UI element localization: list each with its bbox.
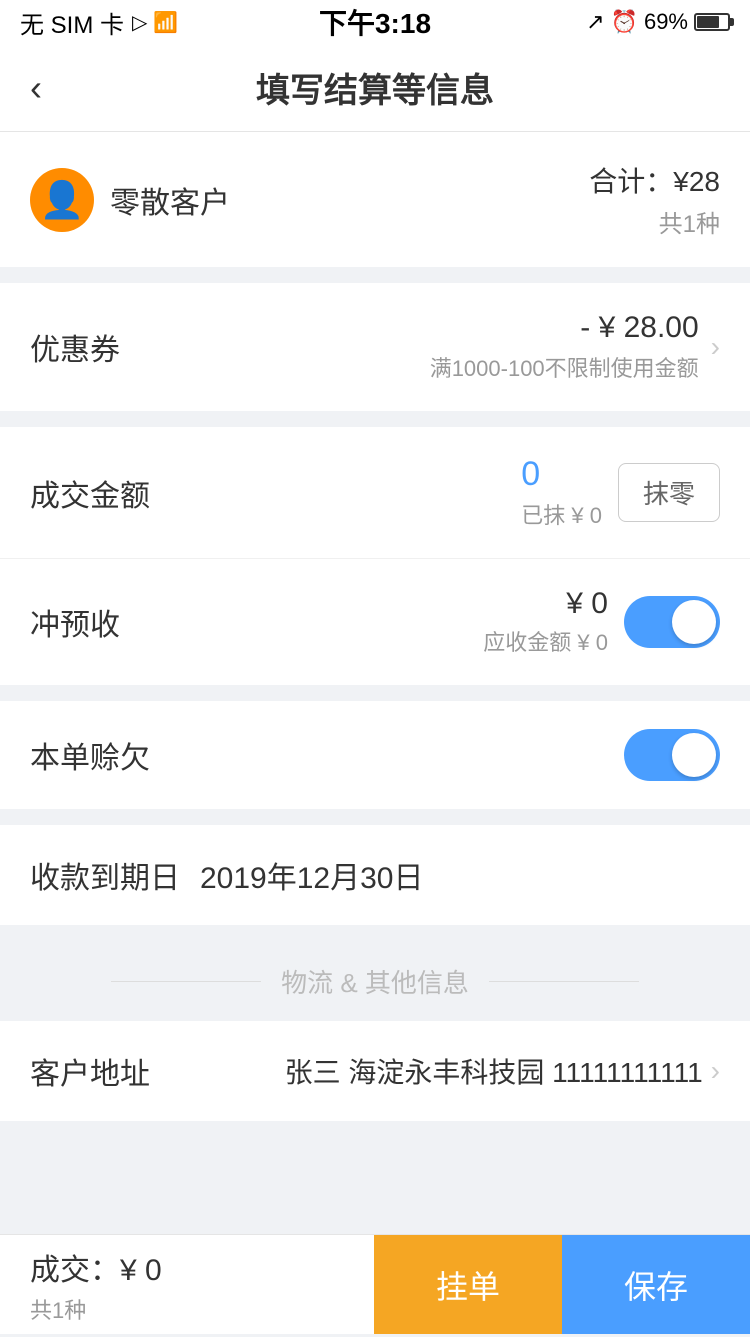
pending-button[interactable]: 挂单 — [374, 1235, 562, 1334]
divider-line-right — [489, 981, 639, 982]
network-label: 无 SIM 卡 — [20, 5, 124, 40]
customer-name: 零散客户 — [110, 178, 230, 222]
deal-amount-row: 成交金额 0 已抹 ¥ 0 抹零 — [0, 427, 750, 559]
prepayment-label: 冲预收 — [30, 600, 120, 644]
prepayment-receivable: 应收金额 ¥ 0 — [483, 625, 608, 657]
status-right: ↗ ⏰ 69% — [586, 9, 730, 35]
prepayment-row: 冲预收 ¥ 0 应收金额 ¥ 0 — [0, 559, 750, 685]
debt-label: 本单赊欠 — [30, 733, 150, 777]
alarm-icon: ⏰ — [611, 9, 638, 35]
deal-amount-right: 0 已抹 ¥ 0 抹零 — [521, 455, 720, 530]
prepayment-amount: ¥ 0 — [483, 587, 608, 621]
toggle-knob — [672, 600, 716, 644]
debt-toggle[interactable] — [624, 729, 720, 781]
customer-info: 👤 零散客户 — [30, 168, 230, 232]
debt-toggle-knob — [672, 733, 716, 777]
status-left: 无 SIM 卡 ▷ 📶 — [20, 5, 178, 40]
wifi-icon: ▷ 📶 — [132, 10, 178, 35]
address-value: 张三 海淀永丰科技园 11111111111 — [285, 1051, 703, 1091]
customer-total: 合计：¥28 — [589, 160, 720, 200]
bottom-summary: 成交：¥ 0 共1种 — [0, 1235, 374, 1334]
avatar-icon: 👤 — [40, 179, 85, 221]
coupon-label: 优惠券 — [30, 325, 120, 369]
due-date-label: 收款到期日 — [30, 853, 180, 897]
status-time: 下午3:18 — [319, 2, 431, 42]
location-icon: ↗ — [586, 9, 604, 35]
coupon-right: - ¥ 28.00 满1000-100不限制使用金额 › — [430, 311, 720, 383]
page-title: 填写结算等信息 — [256, 63, 494, 112]
logistics-divider: 物流 & 其他信息 — [0, 941, 750, 1021]
logistics-label: 物流 & 其他信息 — [111, 963, 639, 1000]
coupon-description: 满1000-100不限制使用金额 — [430, 351, 699, 383]
pending-button-label: 挂单 — [436, 1262, 500, 1308]
address-label: 客户地址 — [30, 1049, 150, 1093]
back-button[interactable]: ‹ — [30, 57, 52, 119]
bottom-count: 共1种 — [30, 1293, 344, 1325]
save-button-label: 保存 — [624, 1262, 688, 1308]
customer-summary: 合计：¥28 共1种 — [589, 160, 720, 239]
due-date-value: 2019年12月30日 — [200, 853, 423, 897]
battery-percent: 69% — [644, 9, 688, 35]
address-chevron-icon: › — [711, 1055, 720, 1087]
divider-line-left — [111, 981, 261, 982]
bottom-deal-label: 成交：¥ 0 — [30, 1245, 344, 1289]
coupon-section[interactable]: 优惠券 - ¥ 28.00 满1000-100不限制使用金额 › — [0, 283, 750, 411]
prepayment-right: ¥ 0 应收金额 ¥ 0 — [483, 587, 720, 657]
deal-amount-value: 0 — [521, 455, 602, 494]
customer-section: 👤 零散客户 合计：¥28 共1种 — [0, 132, 750, 267]
chevron-right-icon: › — [711, 331, 720, 363]
debt-section: 本单赊欠 — [0, 701, 750, 809]
prepayment-toggle[interactable] — [624, 596, 720, 648]
customer-avatar: 👤 — [30, 168, 94, 232]
address-section[interactable]: 客户地址 张三 海淀永丰科技园 11111111111 › — [0, 1021, 750, 1121]
bottom-bar: 成交：¥ 0 共1种 挂单 保存 — [0, 1234, 750, 1334]
round-zero-button[interactable]: 抹零 — [618, 463, 720, 522]
battery-icon — [694, 13, 730, 31]
status-bar: 无 SIM 卡 ▷ 📶 下午3:18 ↗ ⏰ 69% — [0, 0, 750, 44]
address-right: 张三 海淀永丰科技园 11111111111 › — [285, 1051, 720, 1091]
coupon-info: - ¥ 28.00 满1000-100不限制使用金额 — [430, 311, 699, 383]
nav-bar: ‹ 填写结算等信息 — [0, 44, 750, 132]
save-button[interactable]: 保存 — [562, 1235, 750, 1334]
deal-amount-label: 成交金额 — [30, 471, 150, 515]
deal-prepay-section: 成交金额 0 已抹 ¥ 0 抹零 冲预收 ¥ 0 应收金额 ¥ 0 — [0, 427, 750, 685]
prepayment-values: ¥ 0 应收金额 ¥ 0 — [483, 587, 608, 657]
due-date-row: 收款到期日 2019年12月30日 — [30, 853, 720, 897]
deal-amount-values: 0 已抹 ¥ 0 — [521, 455, 602, 530]
bottom-deal-amount: ¥ 0 — [120, 1254, 162, 1287]
logistics-text-label: 物流 & 其他信息 — [281, 963, 469, 1000]
due-date-section: 收款到期日 2019年12月30日 — [0, 825, 750, 925]
deal-deducted: 已抹 ¥ 0 — [521, 498, 602, 530]
bottom-deal-prefix: 成交： — [30, 1254, 120, 1287]
customer-count: 共1种 — [589, 204, 720, 239]
coupon-amount: - ¥ 28.00 — [430, 311, 699, 345]
